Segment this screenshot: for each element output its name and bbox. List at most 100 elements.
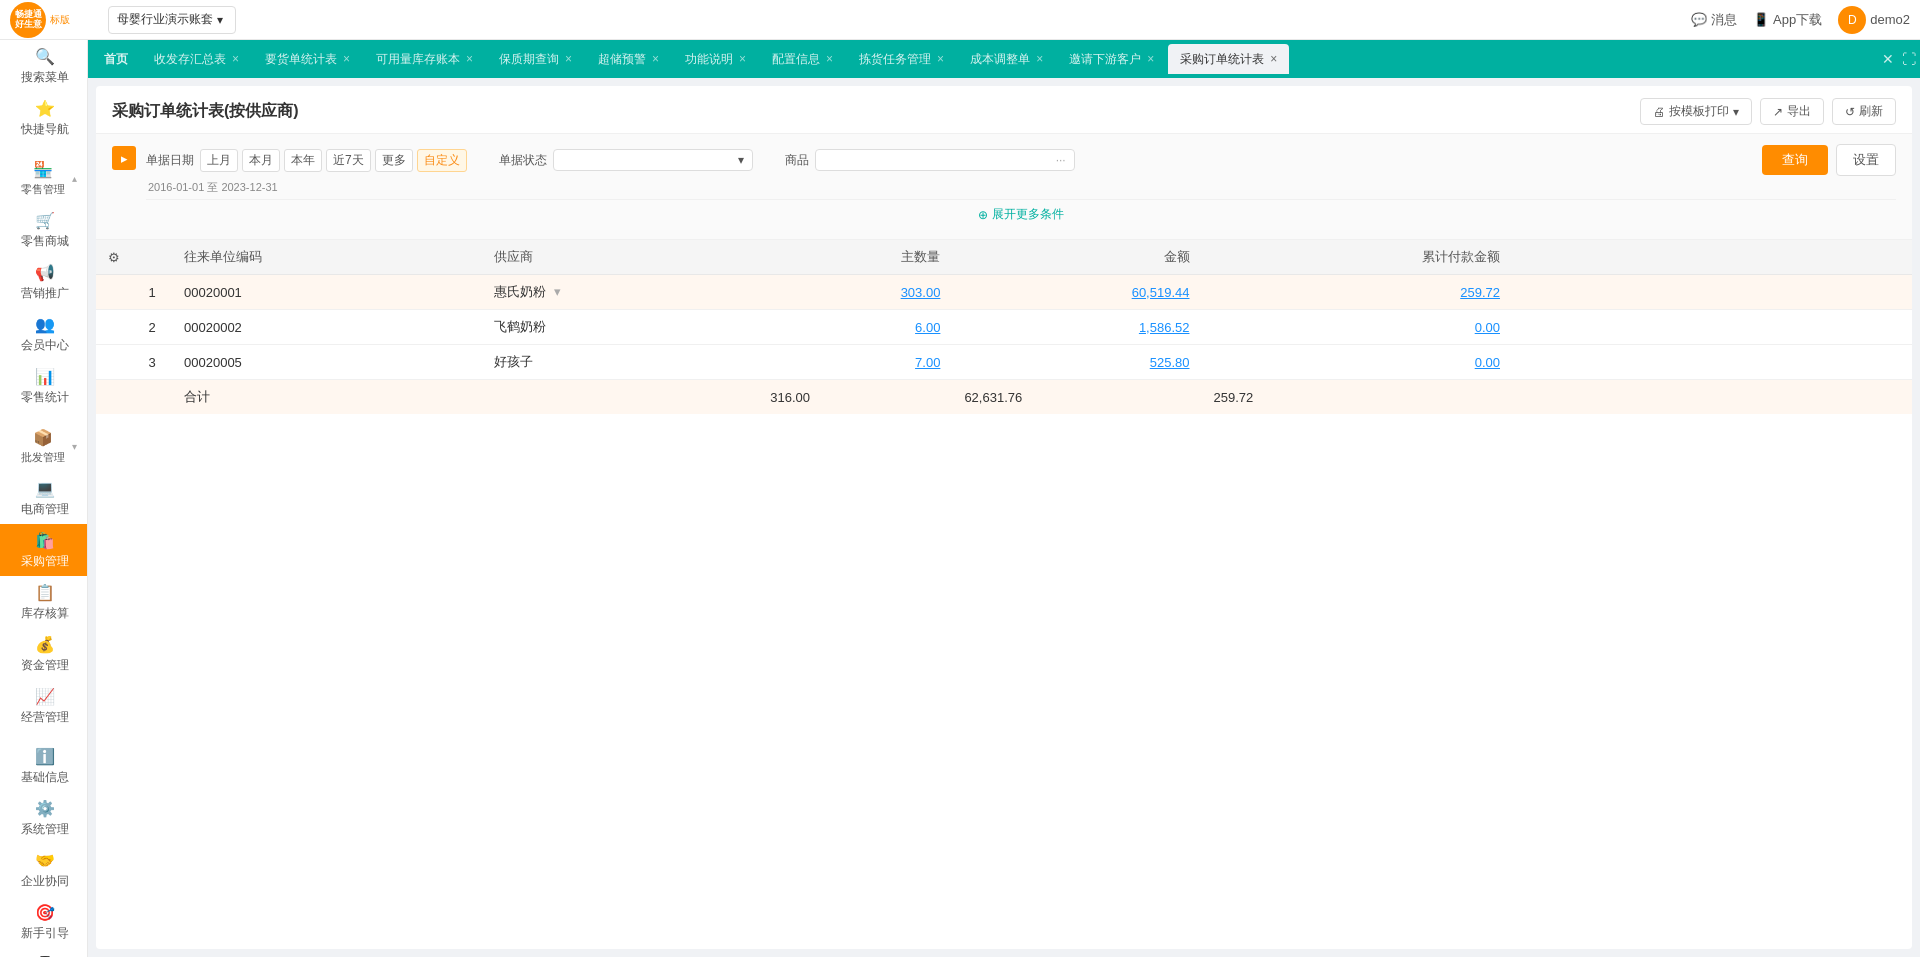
tab-available-inventory[interactable]: 可用量库存账本 × — [364, 44, 485, 74]
row-1-dropdown-icon[interactable]: ▾ — [554, 284, 561, 299]
page-content: 采购订单统计表(按供应商) 🖨 按模板打印 ▾ ↗ 导出 ↺ — [96, 86, 1912, 949]
tab-receive-summary[interactable]: 收发存汇总表 × — [142, 44, 251, 74]
row-3-num: 3 — [132, 345, 172, 380]
date-shortcut-more[interactable]: 更多 — [375, 149, 413, 172]
export-label: 导出 — [1787, 103, 1811, 120]
print-icon: 🖨 — [1653, 105, 1665, 119]
tab-expiry-query[interactable]: 保质期查询 × — [487, 44, 584, 74]
sidebar: 🔍 搜索菜单 ⭐ 快捷导航 🏪 零售管理 ▴ 🛒 零售商城 📢 — [0, 40, 88, 957]
sidebar-item-search[interactable]: 🔍 搜索菜单 — [0, 40, 87, 92]
sidebar-item-members[interactable]: 👥 会员中心 — [0, 308, 87, 360]
row-2-main-qty[interactable]: 6.00 — [758, 310, 952, 345]
enterprise-collab-icon: 🤝 — [35, 851, 55, 870]
sidebar-item-new-guide[interactable]: 🎯 新手引导 — [0, 896, 87, 948]
date-shortcut-this-year[interactable]: 本年 — [284, 149, 322, 172]
tab-cost-adjust-close-icon[interactable]: × — [1036, 52, 1043, 66]
row-2-num: 2 — [132, 310, 172, 345]
workspace-selector[interactable]: 母婴行业演示账套 ▾ — [108, 6, 236, 34]
sidebar-item-purchase-mgmt[interactable]: 🛍️ 采购管理 — [0, 524, 87, 576]
row-2-cumulative-paid[interactable]: 0.00 — [1202, 310, 1513, 345]
tab-pick-task-label: 拣货任务管理 — [859, 51, 931, 68]
col-settings-icon[interactable]: ⚙ — [108, 250, 120, 265]
tab-config-info[interactable]: 配置信息 × — [760, 44, 845, 74]
sidebar-item-enterprise-collab[interactable]: 🤝 企业协同 — [0, 844, 87, 896]
footer-cumulative-paid: 259.72 — [1202, 380, 1513, 415]
sidebar-item-finance[interactable]: 💰 资金管理 — [0, 628, 87, 680]
tab-function-desc-close-icon[interactable]: × — [739, 52, 746, 66]
retail-mgmt-arrow-icon: ▴ — [72, 173, 77, 184]
tab-receive-summary-close-icon[interactable]: × — [232, 52, 239, 66]
tab-overstock-warning[interactable]: 超储预警 × — [586, 44, 671, 74]
sidebar-item-inventory[interactable]: 📋 库存核算 — [0, 576, 87, 628]
status-select[interactable]: ▾ — [553, 149, 753, 171]
tab-expiry-query-close-icon[interactable]: × — [565, 52, 572, 66]
tab-pick-task[interactable]: 拣货任务管理 × — [847, 44, 956, 74]
sidebar-item-quick-nav[interactable]: ⭐ 快捷导航 — [0, 92, 87, 144]
goods-input[interactable]: ··· — [815, 149, 1075, 171]
status-select-arrow-icon: ▾ — [738, 153, 744, 167]
filter-toggle-button[interactable]: ▸ — [112, 146, 136, 170]
row-3-cumulative-paid[interactable]: 0.00 — [1202, 345, 1513, 380]
marketing-icon: 📢 — [35, 263, 55, 282]
user-profile[interactable]: D demo2 — [1838, 6, 1910, 34]
tab-invite-downstream-close-icon[interactable]: × — [1147, 52, 1154, 66]
tab-cost-adjust[interactable]: 成本调整单 × — [958, 44, 1055, 74]
expand-row: ⊕ 展开更多条件 — [146, 199, 1896, 229]
close-all-tabs-icon[interactable]: ✕ — [1882, 51, 1894, 67]
tab-home[interactable]: 首页 — [92, 44, 140, 74]
print-label: 按模板打印 — [1669, 103, 1729, 120]
sidebar-item-retail-mgmt[interactable]: 🏪 零售管理 ▴ — [0, 152, 87, 204]
app-download-label: App下载 — [1773, 11, 1822, 29]
sidebar-item-system-mgmt[interactable]: ⚙️ 系统管理 — [0, 792, 87, 844]
tab-invite-downstream[interactable]: 邀请下游客户 × — [1057, 44, 1166, 74]
refresh-button[interactable]: ↺ 刷新 — [1832, 98, 1896, 125]
messages-button[interactable]: 💬 消息 — [1691, 11, 1737, 29]
tab-config-info-close-icon[interactable]: × — [826, 52, 833, 66]
tab-goods-summary-close-icon[interactable]: × — [343, 52, 350, 66]
sidebar-item-label: 批发管理 — [21, 450, 65, 465]
sidebar-item-app-center[interactable]: 📱 应用中心 — [0, 948, 87, 957]
row-1-amount[interactable]: 60,519.44 — [952, 275, 1201, 310]
export-button[interactable]: ↗ 导出 — [1760, 98, 1824, 125]
query-button[interactable]: 查询 — [1762, 145, 1828, 175]
tab-available-inventory-close-icon[interactable]: × — [466, 52, 473, 66]
date-shortcut-last-month[interactable]: 上月 — [200, 149, 238, 172]
date-shortcut-last-7-days[interactable]: 近7天 — [326, 149, 371, 172]
row-3-main-qty[interactable]: 7.00 — [758, 345, 952, 380]
tab-goods-summary-label: 要货单统计表 — [265, 51, 337, 68]
sidebar-item-marketing[interactable]: 📢 营销推广 — [0, 256, 87, 308]
sidebar-item-ecommerce[interactable]: 💻 电商管理 — [0, 472, 87, 524]
footer-label-text: 合计 — [184, 389, 210, 404]
table-row[interactable]: 3 00020005 好孩子 7.00 525.80 0.00 — [96, 345, 1912, 380]
tab-function-desc[interactable]: 功能说明 × — [673, 44, 758, 74]
tab-overstock-warning-close-icon[interactable]: × — [652, 52, 659, 66]
maximize-tabs-icon[interactable]: ⛶ — [1902, 51, 1916, 67]
sidebar-item-label: 系统管理 — [21, 821, 69, 838]
tab-goods-summary[interactable]: 要货单统计表 × — [253, 44, 362, 74]
wholesale-arrow-icon: ▾ — [72, 441, 77, 452]
tab-purchase-order-summary[interactable]: 采购订单统计表 × — [1168, 44, 1289, 74]
sidebar-item-retail-stats[interactable]: 📊 零售统计 — [0, 360, 87, 412]
row-2-amount[interactable]: 1,586.52 — [952, 310, 1201, 345]
logo-area: 畅捷通好生意 标版 — [10, 2, 98, 38]
row-1-main-qty[interactable]: 303.00 — [758, 275, 952, 310]
sidebar-item-label: 快捷导航 — [21, 121, 69, 138]
print-button[interactable]: 🖨 按模板打印 ▾ — [1640, 98, 1752, 125]
sidebar-item-retail-mall[interactable]: 🛒 零售商城 — [0, 204, 87, 256]
row-3-amount[interactable]: 525.80 — [952, 345, 1201, 380]
app-download-button[interactable]: 📱 App下载 — [1753, 11, 1822, 29]
settings-button[interactable]: 设置 — [1836, 144, 1896, 176]
tab-purchase-order-summary-close-icon[interactable]: × — [1270, 52, 1277, 66]
sidebar-item-basic-info[interactable]: ℹ️ 基础信息 — [0, 740, 87, 792]
row-1-cumulative-paid[interactable]: 259.72 — [1202, 275, 1513, 310]
tab-pick-task-close-icon[interactable]: × — [937, 52, 944, 66]
col-empty — [1512, 240, 1912, 275]
date-shortcut-this-month[interactable]: 本月 — [242, 149, 280, 172]
expand-more-button[interactable]: ⊕ 展开更多条件 — [978, 206, 1064, 223]
table-row[interactable]: 1 00020001 惠氏奶粉 ▾ 303.00 60,519.44 259.7… — [96, 275, 1912, 310]
sidebar-item-wholesale-mgmt[interactable]: 📦 批发管理 ▾ — [0, 420, 87, 472]
table-row[interactable]: 2 00020002 飞鹤奶粉 6.00 1,586.52 0.00 — [96, 310, 1912, 345]
members-icon: 👥 — [35, 315, 55, 334]
col-settings[interactable]: ⚙ — [96, 240, 132, 275]
sidebar-item-operations[interactable]: 📈 经营管理 — [0, 680, 87, 732]
